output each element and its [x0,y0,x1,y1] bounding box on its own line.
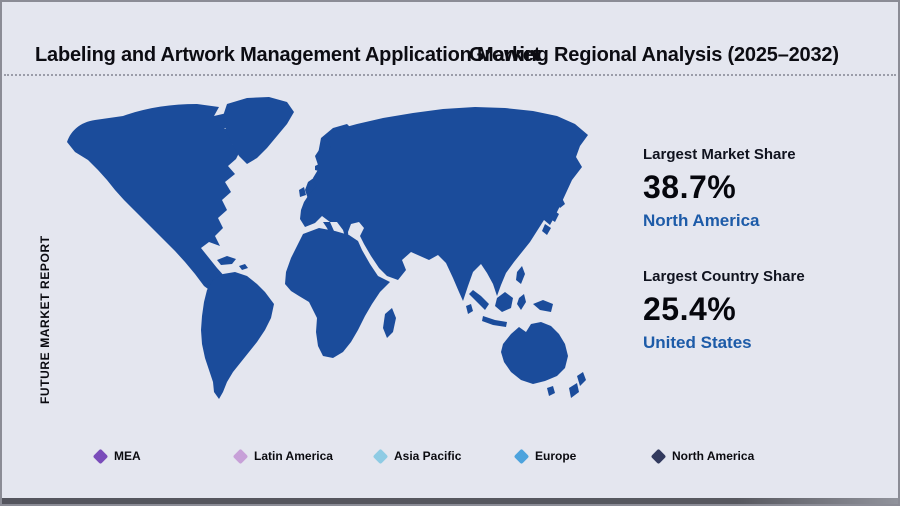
map-borneo [495,292,513,312]
legend-label: Latin America [254,449,333,463]
map-philippines [516,266,525,284]
stat-largest-market-share: Largest Market Share 38.7% North America [643,146,796,231]
stat-region: United States [643,333,752,352]
map-cuba [217,256,236,265]
page-title-line1: Labeling and Artwork Management Applicat… [35,44,541,66]
map-new-guinea [533,300,553,312]
legend-label: North America [672,449,755,463]
legend-diamond-icon [650,448,667,464]
legend-diamond-icon [232,448,249,464]
map-tasmania [547,386,555,396]
dotted-separator [4,74,896,76]
legend-label: Europe [535,449,577,463]
map-sulawesi [517,294,526,310]
map-south-america [201,272,274,399]
map-madagascar [383,308,396,338]
map-new-zealand [569,372,586,398]
stat-label: Largest Country Share [643,268,805,285]
bottom-border-strip [2,498,898,504]
world-map [65,94,610,427]
legend-item-latin-america: Latin America [232,448,333,464]
legend-label: Asia Pacific [394,449,462,463]
map-north-america [67,104,243,292]
legend-item-asia-pacific: Asia Pacific [372,448,462,464]
legend-item-mea: MEA [92,448,141,464]
infographic-canvas: Labeling and Artwork Management Applicat… [0,0,900,506]
page-title-line2: Growing Regional Analysis (2025–2032) [469,44,839,66]
legend-item-europe: Europe [513,448,577,464]
vertical-watermark-label: FUTURE MARKET REPORT [38,235,52,404]
stat-largest-country-share: Largest Country Share 25.4% United State… [643,268,805,353]
stat-region: North America [643,211,760,230]
map-ireland [299,187,306,197]
map-sumatra [469,290,489,310]
legend-diamond-icon [92,448,109,464]
map-java [482,316,507,327]
world-map-svg [67,97,588,399]
map-sri-lanka [466,304,473,314]
stat-value: 38.7% [643,169,737,205]
legend-label: MEA [114,449,141,463]
stat-label: Largest Market Share [643,146,796,163]
legend-diamond-icon [372,448,389,464]
map-australia [501,322,568,384]
legend-item-north-america: North America [650,448,755,464]
stat-value: 25.4% [643,291,737,327]
map-hispaniola [239,264,248,270]
legend-diamond-icon [513,448,530,464]
map-legend: MEA Latin America Asia Pacific Europe No… [2,448,898,467]
world-map-landmass [67,97,588,399]
